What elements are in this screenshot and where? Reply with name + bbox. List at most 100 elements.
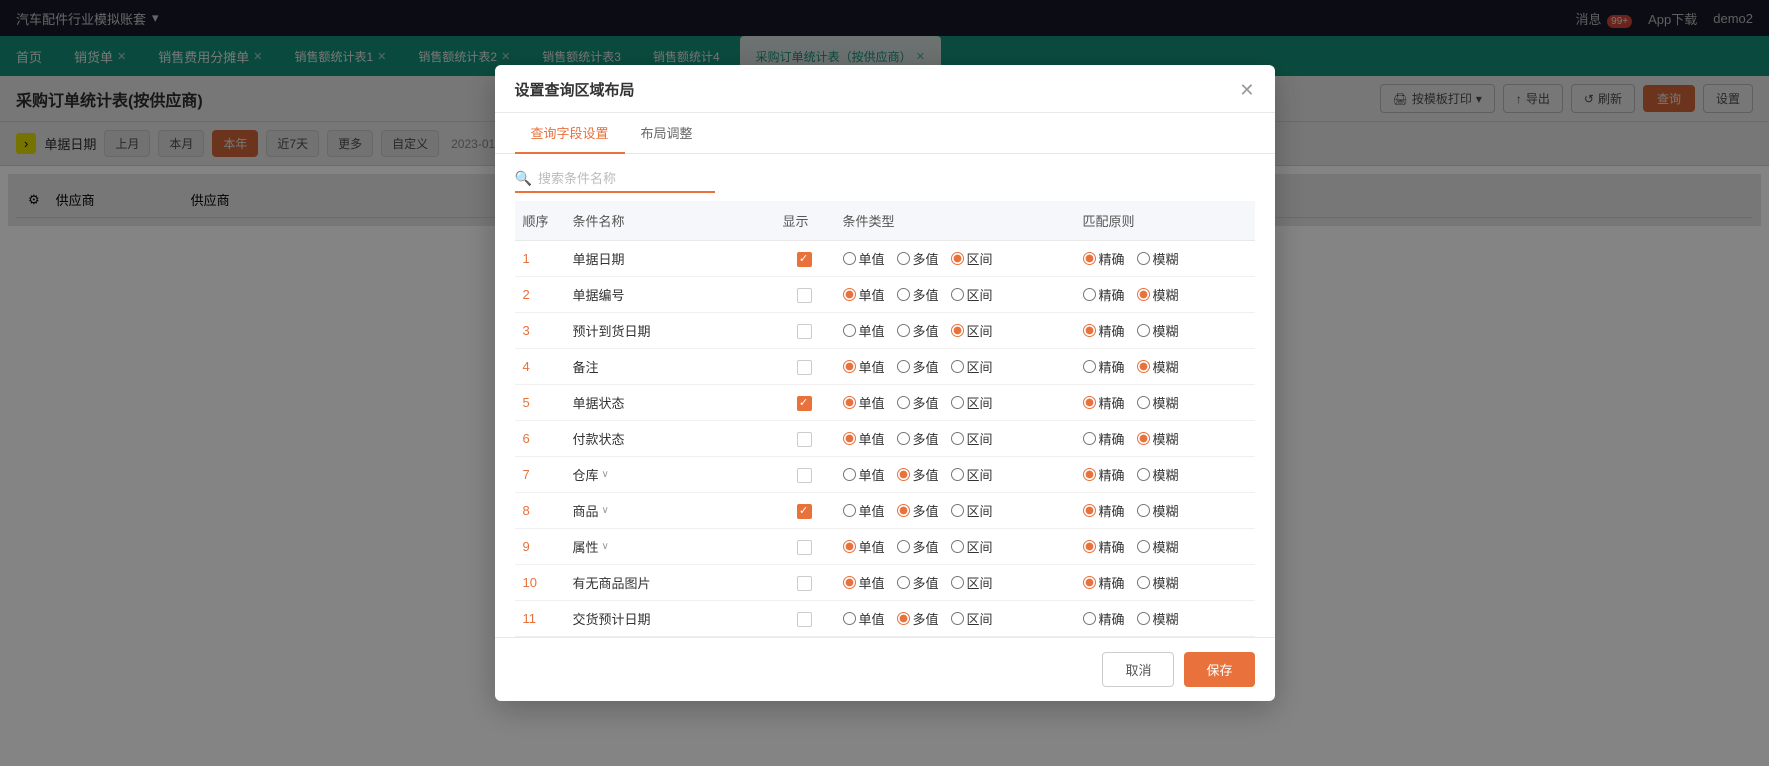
cell-display-2[interactable] — [775, 313, 835, 349]
type-radio-group-9: 单值多值区间 — [843, 573, 1067, 592]
cell-type-10: 单值多值区间 — [835, 601, 1075, 637]
match-radio-精确-4[interactable]: 精确 — [1083, 393, 1125, 412]
type-radio-多值-7[interactable]: 多值 — [897, 501, 939, 520]
match-radio-模糊-9[interactable]: 模糊 — [1137, 573, 1179, 592]
search-input[interactable] — [538, 171, 698, 186]
type-radio-单值-4[interactable]: 单值 — [843, 393, 885, 412]
match-radio-精确-6[interactable]: 精确 — [1083, 465, 1125, 484]
type-radio-区间-1[interactable]: 区间 — [951, 285, 993, 304]
match-radio-精确-0[interactable]: 精确 — [1083, 249, 1125, 268]
cancel-button[interactable]: 取消 — [1102, 652, 1174, 687]
type-radio-单值-10[interactable]: 单值 — [843, 609, 885, 628]
type-radio-多值-9[interactable]: 多值 — [897, 573, 939, 592]
match-radio-模糊-2[interactable]: 模糊 — [1137, 321, 1179, 340]
cell-display-8[interactable] — [775, 529, 835, 565]
type-radio-多值-0[interactable]: 多值 — [897, 249, 939, 268]
type-radio-多值-5[interactable]: 多值 — [897, 429, 939, 448]
cell-display-7[interactable] — [775, 493, 835, 529]
type-radio-区间-3[interactable]: 区间 — [951, 357, 993, 376]
type-radio-单值-6[interactable]: 单值 — [843, 465, 885, 484]
table-header-row: 顺序 条件名称 显示 条件类型 匹配原则 — [515, 201, 1255, 241]
checkbox-checked-4[interactable] — [797, 396, 812, 411]
type-radio-多值-8[interactable]: 多值 — [897, 537, 939, 556]
dialog-close-button[interactable]: ✕ — [1239, 81, 1254, 99]
type-radio-区间-6[interactable]: 区间 — [951, 465, 993, 484]
dialog-table-wrap: 顺序 条件名称 显示 条件类型 匹配原则 1单据日期单值多值区间精确模糊2单据编… — [495, 201, 1275, 637]
match-radio-group-5: 精确模糊 — [1083, 429, 1247, 448]
type-radio-区间-9[interactable]: 区间 — [951, 573, 993, 592]
type-radio-多值-6[interactable]: 多值 — [897, 465, 939, 484]
cell-display-3[interactable] — [775, 349, 835, 385]
type-radio-区间-4[interactable]: 区间 — [951, 393, 993, 412]
type-radio-单值-7[interactable]: 单值 — [843, 501, 885, 520]
type-radio-单值-3[interactable]: 单值 — [843, 357, 885, 376]
match-radio-精确-1[interactable]: 精确 — [1083, 285, 1125, 304]
checkbox-unchecked-8[interactable] — [797, 540, 812, 555]
cell-display-1[interactable] — [775, 277, 835, 313]
checkbox-unchecked-6[interactable] — [797, 468, 812, 483]
match-radio-精确-2[interactable]: 精确 — [1083, 321, 1125, 340]
checkbox-unchecked-2[interactable] — [797, 324, 812, 339]
checkbox-checked-0[interactable] — [797, 252, 812, 267]
type-radio-多值-1[interactable]: 多值 — [897, 285, 939, 304]
match-radio-精确-5[interactable]: 精确 — [1083, 429, 1125, 448]
checkbox-unchecked-1[interactable] — [797, 288, 812, 303]
cell-display-0[interactable] — [775, 241, 835, 277]
cell-display-9[interactable] — [775, 565, 835, 601]
match-radio-精确-7[interactable]: 精确 — [1083, 501, 1125, 520]
match-radio-模糊-6[interactable]: 模糊 — [1137, 465, 1179, 484]
checkbox-unchecked-5[interactable] — [797, 432, 812, 447]
match-radio-模糊-3[interactable]: 模糊 — [1137, 357, 1179, 376]
match-radio-模糊-7[interactable]: 模糊 — [1137, 501, 1179, 520]
match-radio-模糊-8[interactable]: 模糊 — [1137, 537, 1179, 556]
tab-layout[interactable]: 布局调整 — [625, 113, 709, 154]
cell-display-5[interactable] — [775, 421, 835, 457]
type-radio-单值-5[interactable]: 单值 — [843, 429, 885, 448]
type-radio-区间-5[interactable]: 区间 — [951, 429, 993, 448]
type-radio-单值-2[interactable]: 单值 — [843, 321, 885, 340]
match-radio-精确-3[interactable]: 精确 — [1083, 357, 1125, 376]
cell-order-4: 5 — [515, 385, 565, 421]
match-radio-精确-10[interactable]: 精确 — [1083, 609, 1125, 628]
match-radio-模糊-5[interactable]: 模糊 — [1137, 429, 1179, 448]
type-radio-区间-10[interactable]: 区间 — [951, 609, 993, 628]
checkbox-checked-7[interactable] — [797, 504, 812, 519]
type-radio-单值-9[interactable]: 单值 — [843, 573, 885, 592]
th-match: 匹配原则 — [1075, 201, 1255, 241]
match-radio-模糊-0[interactable]: 模糊 — [1137, 249, 1179, 268]
dialog-footer: 取消 保存 — [495, 637, 1275, 701]
type-radio-多值-4[interactable]: 多值 — [897, 393, 939, 412]
type-radio-区间-2[interactable]: 区间 — [951, 321, 993, 340]
type-radio-多值-2[interactable]: 多值 — [897, 321, 939, 340]
checkbox-unchecked-10[interactable] — [797, 612, 812, 627]
type-radio-单值-8[interactable]: 单值 — [843, 537, 885, 556]
match-radio-精确-9[interactable]: 精确 — [1083, 573, 1125, 592]
cell-order-3: 4 — [515, 349, 565, 385]
match-radio-精确-8[interactable]: 精确 — [1083, 537, 1125, 556]
match-radio-模糊-4[interactable]: 模糊 — [1137, 393, 1179, 412]
cell-display-10[interactable] — [775, 601, 835, 637]
tab-query-fields[interactable]: 查询字段设置 — [515, 113, 625, 154]
cell-name-4: 单据状态 — [565, 385, 775, 421]
dialog: 设置查询区域布局 ✕ 查询字段设置 布局调整 🔍 顺序 — [495, 65, 1275, 701]
match-radio-模糊-10[interactable]: 模糊 — [1137, 609, 1179, 628]
type-radio-单值-1[interactable]: 单值 — [843, 285, 885, 304]
cell-display-4[interactable] — [775, 385, 835, 421]
type-radio-单值-0[interactable]: 单值 — [843, 249, 885, 268]
type-radio-区间-7[interactable]: 区间 — [951, 501, 993, 520]
type-radio-区间-0[interactable]: 区间 — [951, 249, 993, 268]
cell-match-2: 精确模糊 — [1075, 313, 1255, 349]
save-button[interactable]: 保存 — [1184, 652, 1254, 687]
match-radio-group-6: 精确模糊 — [1083, 465, 1247, 484]
checkbox-unchecked-9[interactable] — [797, 576, 812, 591]
checkbox-unchecked-3[interactable] — [797, 360, 812, 375]
table-row: 8商品 ∨单值多值区间精确模糊 — [515, 493, 1255, 529]
cell-order-6: 7 — [515, 457, 565, 493]
cell-name-10: 交货预计日期 — [565, 601, 775, 637]
match-radio-group-2: 精确模糊 — [1083, 321, 1247, 340]
cell-display-6[interactable] — [775, 457, 835, 493]
type-radio-多值-3[interactable]: 多值 — [897, 357, 939, 376]
match-radio-模糊-1[interactable]: 模糊 — [1137, 285, 1179, 304]
type-radio-区间-8[interactable]: 区间 — [951, 537, 993, 556]
type-radio-多值-10[interactable]: 多值 — [897, 609, 939, 628]
